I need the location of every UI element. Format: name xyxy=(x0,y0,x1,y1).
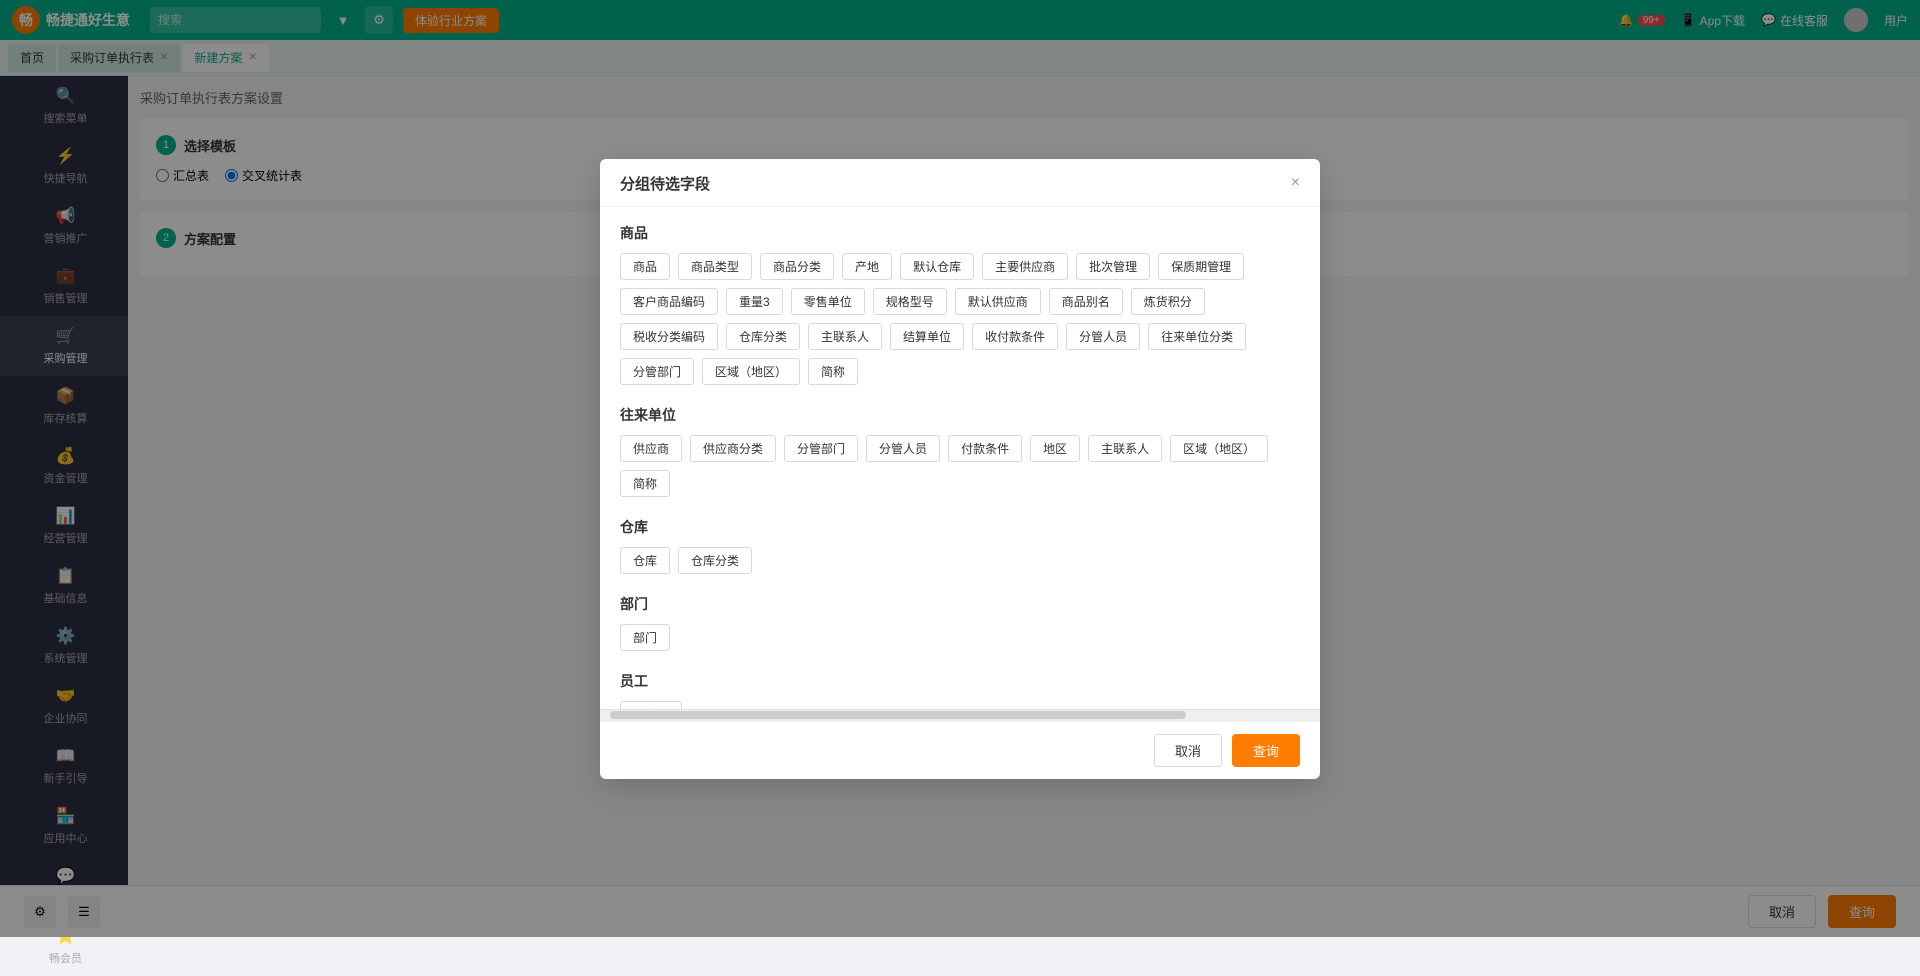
dialog-overlay: 分组待选字段 × 商品 商品 商品类型 商品分类 产地 默认仓库 主要供应商 批… xyxy=(0,0,1920,937)
field-tag[interactable]: 商品 xyxy=(620,253,670,280)
dialog-header: 分组待选字段 × xyxy=(600,159,1320,207)
field-tag[interactable]: 规格型号 xyxy=(873,288,947,315)
field-tag[interactable]: 供应商分类 xyxy=(690,435,776,462)
field-tag[interactable]: 主联系人 xyxy=(1088,435,1162,462)
field-tag[interactable]: 产地 xyxy=(842,253,892,280)
section-product-fields: 商品 商品类型 商品分类 产地 默认仓库 主要供应商 批次管理 保质期管理 客户… xyxy=(620,253,1300,385)
dialog-hscrollbar[interactable] xyxy=(600,709,1320,721)
field-tag[interactable]: 结算单位 xyxy=(890,323,964,350)
field-tag[interactable]: 简称 xyxy=(620,470,670,497)
field-tag[interactable]: 主联系人 xyxy=(808,323,882,350)
section-dept-fields: 部门 xyxy=(620,624,1300,651)
field-tag[interactable]: 商品分类 xyxy=(760,253,834,280)
field-tag[interactable]: 主要供应商 xyxy=(982,253,1068,280)
field-tag[interactable]: 默认仓库 xyxy=(900,253,974,280)
section-dept-title: 部门 xyxy=(620,594,1300,614)
section-partner: 往来单位 供应商 供应商分类 分管部门 分管人员 付款条件 地区 主联系人 区域… xyxy=(620,405,1300,497)
field-tag[interactable]: 简称 xyxy=(808,358,858,385)
field-tag[interactable]: 零售单位 xyxy=(791,288,865,315)
section-staff: 员工 业务员 xyxy=(620,671,1300,709)
field-tag[interactable]: 保质期管理 xyxy=(1158,253,1244,280)
field-tag[interactable]: 重量3 xyxy=(726,288,783,315)
field-tag[interactable]: 炼货积分 xyxy=(1131,288,1205,315)
field-tag[interactable]: 客户商品编码 xyxy=(620,288,718,315)
field-tag[interactable]: 分管人员 xyxy=(866,435,940,462)
field-tag[interactable]: 仓库 xyxy=(620,547,670,574)
section-product: 商品 商品 商品类型 商品分类 产地 默认仓库 主要供应商 批次管理 保质期管理… xyxy=(620,223,1300,385)
section-warehouse-fields: 仓库 仓库分类 xyxy=(620,547,1300,574)
field-tag[interactable]: 往来单位分类 xyxy=(1148,323,1246,350)
confirm-button[interactable]: 查询 xyxy=(1232,734,1300,767)
field-tag[interactable]: 分管部门 xyxy=(784,435,858,462)
field-tag[interactable]: 地区 xyxy=(1030,435,1080,462)
section-dept: 部门 部门 xyxy=(620,594,1300,651)
dialog-footer: 取消 查询 xyxy=(600,721,1320,779)
section-staff-fields: 业务员 xyxy=(620,701,1300,709)
cancel-button[interactable]: 取消 xyxy=(1154,734,1222,767)
field-tag[interactable]: 仓库分类 xyxy=(678,547,752,574)
field-tag[interactable]: 默认供应商 xyxy=(955,288,1041,315)
field-tag[interactable]: 商品类型 xyxy=(678,253,752,280)
field-tag[interactable]: 区域（地区） xyxy=(1170,435,1268,462)
field-tag[interactable]: 付款条件 xyxy=(948,435,1022,462)
field-tag[interactable]: 分管部门 xyxy=(620,358,694,385)
dialog-title: 分组待选字段 xyxy=(620,173,710,194)
field-tag[interactable]: 批次管理 xyxy=(1076,253,1150,280)
section-warehouse: 仓库 仓库 仓库分类 xyxy=(620,517,1300,574)
section-product-title: 商品 xyxy=(620,223,1300,243)
field-tag[interactable]: 商品别名 xyxy=(1049,288,1123,315)
dialog-body: 商品 商品 商品类型 商品分类 产地 默认仓库 主要供应商 批次管理 保质期管理… xyxy=(600,207,1320,709)
field-tag[interactable]: 税收分类编码 xyxy=(620,323,718,350)
field-tag[interactable]: 仓库分类 xyxy=(726,323,800,350)
section-staff-title: 员工 xyxy=(620,671,1300,691)
field-tag[interactable]: 供应商 xyxy=(620,435,682,462)
section-partner-title: 往来单位 xyxy=(620,405,1300,425)
field-tag[interactable]: 部门 xyxy=(620,624,670,651)
field-select-dialog: 分组待选字段 × 商品 商品 商品类型 商品分类 产地 默认仓库 主要供应商 批… xyxy=(600,159,1320,779)
field-tag[interactable]: 区域（地区） xyxy=(702,358,800,385)
dialog-close-btn[interactable]: × xyxy=(1291,174,1300,192)
dialog-hscroll-thumb[interactable] xyxy=(610,711,1186,719)
field-tag[interactable]: 收付款条件 xyxy=(972,323,1058,350)
field-tag[interactable]: 分管人员 xyxy=(1066,323,1140,350)
section-warehouse-title: 仓库 xyxy=(620,517,1300,537)
section-partner-fields: 供应商 供应商分类 分管部门 分管人员 付款条件 地区 主联系人 区域（地区） … xyxy=(620,435,1300,497)
sidebar-item-member-label: 畅会员 xyxy=(49,950,82,966)
field-tag[interactable]: 业务员 xyxy=(620,701,682,709)
